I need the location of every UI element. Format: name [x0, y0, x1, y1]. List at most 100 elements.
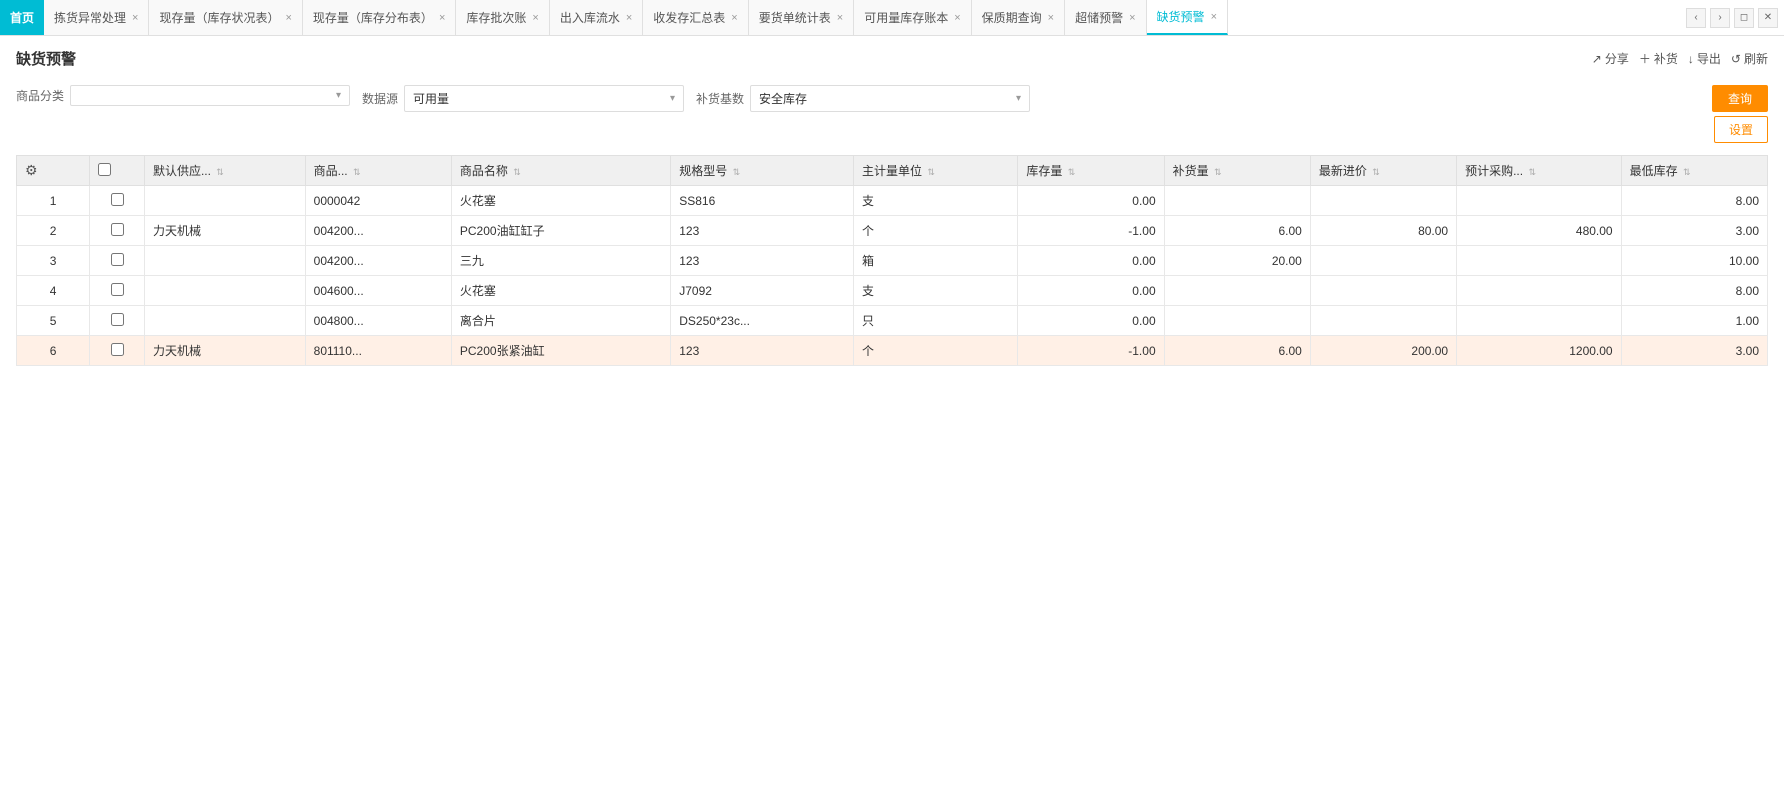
name-sort-icon[interactable]: ⇅	[513, 167, 521, 177]
category-filter-group: 商品分类 ▾	[16, 85, 350, 106]
tab-inventory-status[interactable]: 现存量（库存状况表）×	[149, 0, 302, 35]
replenish-base-chevron-icon: ▾	[1016, 93, 1021, 104]
window-restore[interactable]: ◻	[1734, 8, 1754, 28]
cell-min-stock-3: 8.00	[1621, 276, 1767, 306]
unit-sort-icon[interactable]: ⇅	[927, 167, 935, 177]
cell-checkbox-0[interactable]	[90, 186, 145, 216]
window-close[interactable]: ✕	[1758, 8, 1778, 28]
replenish-sort-icon[interactable]: ⇅	[1214, 167, 1222, 177]
row-checkbox-2[interactable]	[111, 253, 124, 266]
tab-shortage-warn[interactable]: 缺货预警×	[1147, 0, 1228, 35]
est-purchase-sort-icon[interactable]: ⇅	[1528, 167, 1536, 177]
tab-close-inout-flow[interactable]: ×	[626, 12, 632, 24]
gear-icon: ⚙	[25, 162, 38, 178]
tab-overstock-warn[interactable]: 超储预警×	[1065, 0, 1146, 35]
query-button[interactable]: 查询	[1712, 85, 1768, 112]
col-header-checkbox[interactable]	[90, 156, 145, 186]
tab-inout-flow[interactable]: 出入库流水 ×	[550, 0, 643, 35]
replenish-base-select[interactable]: 安全库存 ▾	[750, 85, 1030, 112]
cell-checkbox-4[interactable]	[90, 306, 145, 336]
share-button[interactable]: ↗ 分享	[1592, 50, 1629, 67]
replenish-button[interactable]: ＋ 补货	[1639, 50, 1678, 67]
cell-latest-price-4	[1310, 306, 1456, 336]
tab-batch-exception[interactable]: 拣货异常处理×	[44, 0, 149, 35]
spec-sort-icon[interactable]: ⇅	[733, 167, 741, 177]
price-sort-icon[interactable]: ⇅	[1372, 167, 1380, 177]
cell-min-stock-2: 10.00	[1621, 246, 1767, 276]
stock-sort-icon[interactable]: ⇅	[1068, 167, 1076, 177]
cell-supplier-5: 力天机械	[144, 336, 305, 366]
tab-label: 库存批次账	[466, 9, 526, 26]
cell-latest-price-0	[1310, 186, 1456, 216]
tab-scroll-left[interactable]: ‹	[1686, 8, 1706, 28]
select-all-checkbox[interactable]	[98, 163, 111, 176]
tab-close-overstock-warn[interactable]: ×	[1129, 12, 1135, 24]
cell-unit-5: 个	[854, 336, 1018, 366]
tab-close-available-ledger[interactable]: ×	[954, 12, 960, 24]
cell-num-3: 4	[17, 276, 90, 306]
cell-replenish-1: 6.00	[1164, 216, 1310, 246]
tab-label: 出入库流水	[560, 9, 620, 26]
supplier-sort-icon[interactable]: ⇅	[216, 167, 224, 177]
cell-spec-4: DS250*23c...	[671, 306, 854, 336]
tab-close-inventory-status[interactable]: ×	[285, 12, 291, 24]
tab-expiry-query[interactable]: 保质期查询×	[972, 0, 1065, 35]
tab-recv-summary[interactable]: 收发存汇总表×	[643, 0, 748, 35]
table-row: 1 0000042 火花塞 SS816 支 0.00 8.00	[17, 186, 1768, 216]
tab-scroll-right[interactable]: ›	[1710, 8, 1730, 28]
tab-close-expiry-query[interactable]: ×	[1048, 12, 1054, 24]
code-sort-icon[interactable]: ⇅	[353, 167, 361, 177]
tab-close-inventory-dist[interactable]: ×	[439, 12, 445, 24]
tab-label: 首页	[10, 9, 34, 26]
table-row: 3 004200... 三九 123 箱 0.00 20.00 10.00	[17, 246, 1768, 276]
datasource-select[interactable]: 可用量 ▾	[404, 85, 684, 112]
cell-est-purchase-4	[1457, 306, 1622, 336]
tab-close-order-stat[interactable]: ×	[837, 12, 843, 24]
cell-checkbox-2[interactable]	[90, 246, 145, 276]
col-header-min-stock: 最低库存 ⇅	[1621, 156, 1767, 186]
row-checkbox-4[interactable]	[111, 313, 124, 326]
row-checkbox-3[interactable]	[111, 283, 124, 296]
row-checkbox-5[interactable]	[111, 343, 124, 356]
replenish-base-label: 补货基数	[696, 90, 744, 107]
header-actions: ↗ 分享 ＋ 补货 ↓ 导出 ↺ 刷新	[1592, 50, 1768, 67]
row-checkbox-1[interactable]	[111, 223, 124, 236]
datasource-label: 数据源	[362, 90, 398, 107]
cell-checkbox-1[interactable]	[90, 216, 145, 246]
data-table: ⚙ 默认供应... ⇅ 商品... ⇅ 商品名称 ⇅ 规格	[16, 155, 1768, 366]
category-select[interactable]: ▾	[70, 85, 350, 106]
row-checkbox-0[interactable]	[111, 193, 124, 206]
tab-close-shortage-warn[interactable]: ×	[1211, 11, 1217, 23]
cell-name-0: 火花塞	[451, 186, 670, 216]
cell-supplier-1: 力天机械	[144, 216, 305, 246]
cell-est-purchase-1: 480.00	[1457, 216, 1622, 246]
min-stock-sort-icon[interactable]: ⇅	[1683, 167, 1691, 177]
cell-supplier-3	[144, 276, 305, 306]
cell-spec-1: 123	[671, 216, 854, 246]
cell-latest-price-5: 200.00	[1310, 336, 1456, 366]
table-row: 4 004600... 火花塞 J7092 支 0.00 8.00	[17, 276, 1768, 306]
tab-close-batch-account[interactable]: ×	[532, 12, 538, 24]
export-button[interactable]: ↓ 导出	[1688, 50, 1721, 67]
cell-num-5: 6	[17, 336, 90, 366]
tab-bar: 首页拣货异常处理×现存量（库存状况表）×现存量（库存分布表）×库存批次账×出入库…	[0, 0, 1784, 36]
refresh-button[interactable]: ↺ 刷新	[1731, 50, 1768, 67]
tab-available-ledger[interactable]: 可用量库存账本×	[854, 0, 971, 35]
cell-name-1: PC200油缸缸子	[451, 216, 670, 246]
col-header-settings[interactable]: ⚙	[17, 156, 90, 186]
settings-button[interactable]: 设置	[1714, 116, 1768, 143]
export-label: 导出	[1697, 50, 1721, 67]
tab-home[interactable]: 首页	[0, 0, 44, 35]
cell-stock-5: -1.00	[1018, 336, 1164, 366]
cell-checkbox-5[interactable]	[90, 336, 145, 366]
replenish-base-filter-group: 补货基数 安全库存 ▾	[696, 85, 1030, 112]
cell-checkbox-3[interactable]	[90, 276, 145, 306]
cell-min-stock-4: 1.00	[1621, 306, 1767, 336]
cell-replenish-4	[1164, 306, 1310, 336]
tab-close-recv-summary[interactable]: ×	[731, 12, 737, 24]
tab-close-batch-exception[interactable]: ×	[132, 12, 138, 24]
cell-spec-5: 123	[671, 336, 854, 366]
tab-order-stat[interactable]: 要货单统计表×	[749, 0, 854, 35]
tab-batch-account[interactable]: 库存批次账 ×	[456, 0, 549, 35]
tab-inventory-dist[interactable]: 现存量（库存分布表）×	[303, 0, 456, 35]
